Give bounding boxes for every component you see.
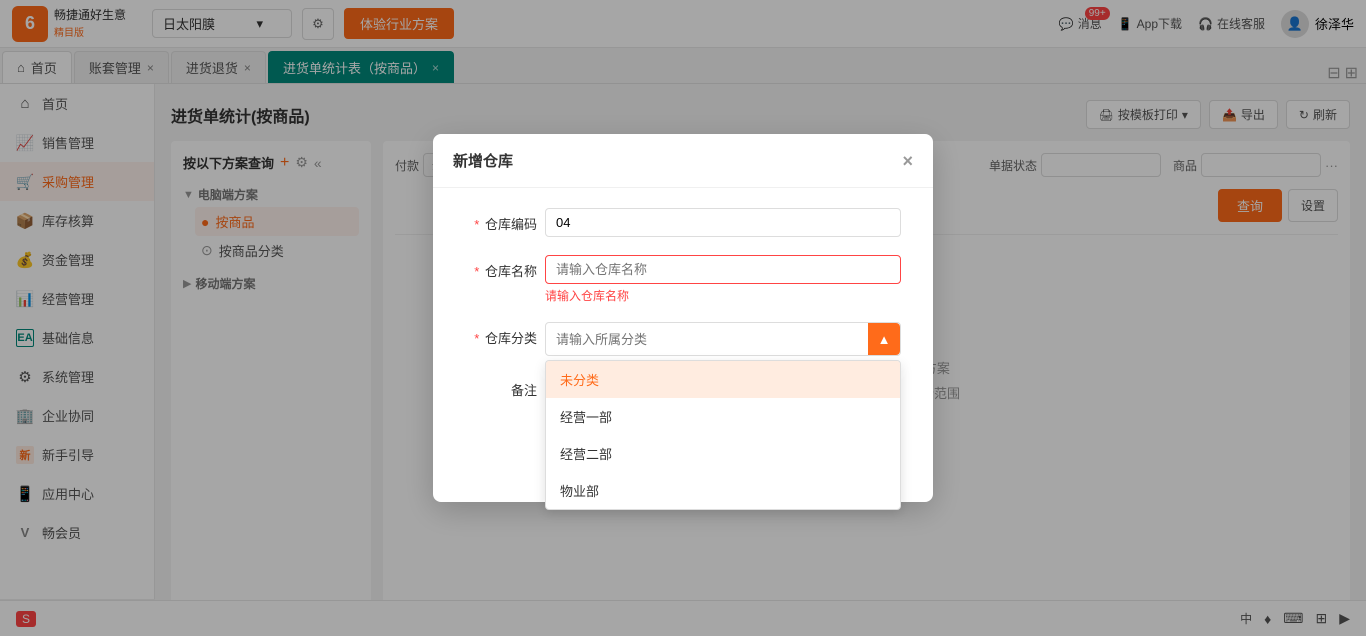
name-error-msg: 请输入仓库名称 <box>545 287 901 304</box>
modal-title: 新增仓库 <box>453 150 513 171</box>
category-label: * 仓库分类 <box>465 322 545 347</box>
name-label: * 仓库名称 <box>465 255 545 280</box>
dropdown-item-dept1[interactable]: 经营一部 <box>546 398 900 435</box>
modal-header: 新增仓库 × <box>433 134 933 188</box>
dropdown-item-dept2[interactable]: 经营二部 <box>546 435 900 472</box>
code-form-row: * 仓库编码 <box>465 208 901 237</box>
dropdown-item-none[interactable]: 未分类 <box>546 361 900 398</box>
modal-body: * 仓库编码 * 仓库名称 请输入仓库名称 <box>433 188 933 437</box>
code-input-wrap <box>545 208 901 237</box>
category-input-row: ▲ <box>545 322 901 356</box>
dropdown-item-property[interactable]: 物业部 <box>546 472 900 509</box>
add-warehouse-modal: 新增仓库 × * 仓库编码 * 仓库名称 <box>433 134 933 502</box>
name-input-wrap: 请输入仓库名称 <box>545 255 901 304</box>
modal-overlay[interactable]: 新增仓库 × * 仓库编码 * 仓库名称 <box>0 0 1366 636</box>
category-input[interactable] <box>546 326 868 353</box>
category-form-row: * 仓库分类 ▲ 未分类 经营一部 经营二部 物业部 <box>465 322 901 356</box>
code-input[interactable] <box>545 208 901 237</box>
note-label: 备注 <box>465 374 545 399</box>
name-form-row: * 仓库名称 请输入仓库名称 <box>465 255 901 304</box>
category-dropdown: 未分类 经营一部 经营二部 物业部 <box>545 360 901 510</box>
modal-close-button[interactable]: × <box>902 152 913 170</box>
category-input-wrap: ▲ 未分类 经营一部 经营二部 物业部 <box>545 322 901 356</box>
name-input[interactable] <box>545 255 901 284</box>
category-dropdown-toggle[interactable]: ▲ <box>868 323 900 355</box>
code-label: * 仓库编码 <box>465 208 545 233</box>
